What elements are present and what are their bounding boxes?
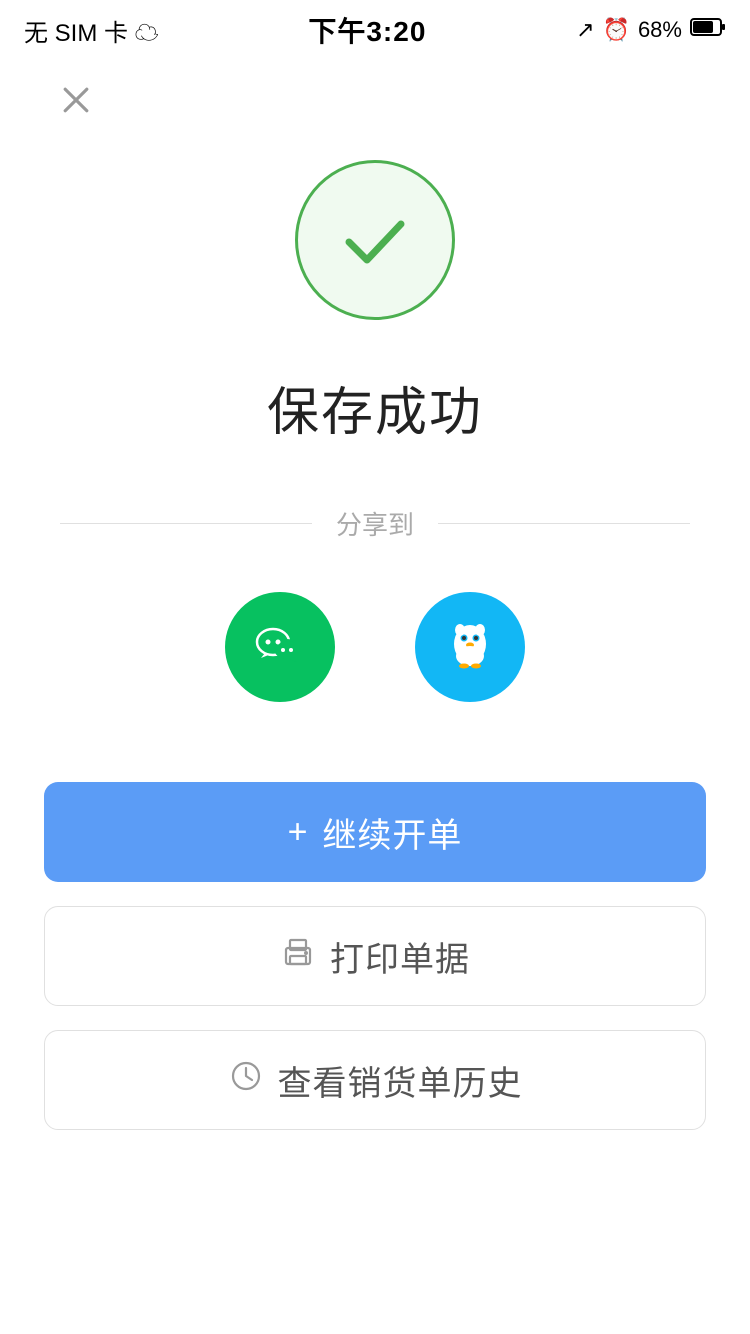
divider-left — [60, 523, 312, 524]
status-left: 无 SIM 卡 ☁ — [24, 13, 159, 48]
history-button[interactable]: 查看销货单历史 — [44, 1030, 706, 1130]
share-divider: 分享到 — [0, 505, 750, 542]
print-label: 打印单据 — [330, 932, 470, 981]
share-wechat-button[interactable] — [225, 592, 335, 702]
plus-icon: + — [288, 813, 309, 852]
share-label: 分享到 — [312, 505, 438, 542]
close-button[interactable] — [48, 72, 104, 128]
status-right: ↗ ⏰ 68% — [576, 17, 726, 43]
history-label: 查看销货单历史 — [278, 1056, 523, 1105]
main-content: 保存成功 分享到 — [0, 60, 750, 1130]
location-icon: ↗ — [576, 17, 594, 43]
success-title: 保存成功 — [267, 370, 483, 445]
share-qq-button[interactable] — [415, 592, 525, 702]
status-bar: 无 SIM 卡 ☁ 下午3:20 ↗ ⏰ 68% — [0, 0, 750, 60]
battery-icon — [690, 17, 726, 43]
divider-right — [438, 523, 690, 524]
status-time: 下午3:20 — [308, 10, 426, 50]
alarm-icon: ⏰ — [603, 17, 630, 43]
print-button[interactable]: 打印单据 — [44, 906, 706, 1006]
continue-button[interactable]: + 继续开单 — [44, 782, 706, 882]
battery-label: 68% — [638, 17, 682, 43]
sim-label: 无 SIM 卡 ☁ — [24, 13, 159, 48]
action-buttons: + 继续开单 打印单据 查看销货单历史 — [0, 782, 750, 1130]
history-icon — [228, 1058, 264, 1103]
share-icons-row — [225, 592, 525, 702]
print-icon — [280, 934, 316, 978]
success-circle — [295, 160, 455, 320]
continue-label: 继续开单 — [322, 808, 462, 857]
